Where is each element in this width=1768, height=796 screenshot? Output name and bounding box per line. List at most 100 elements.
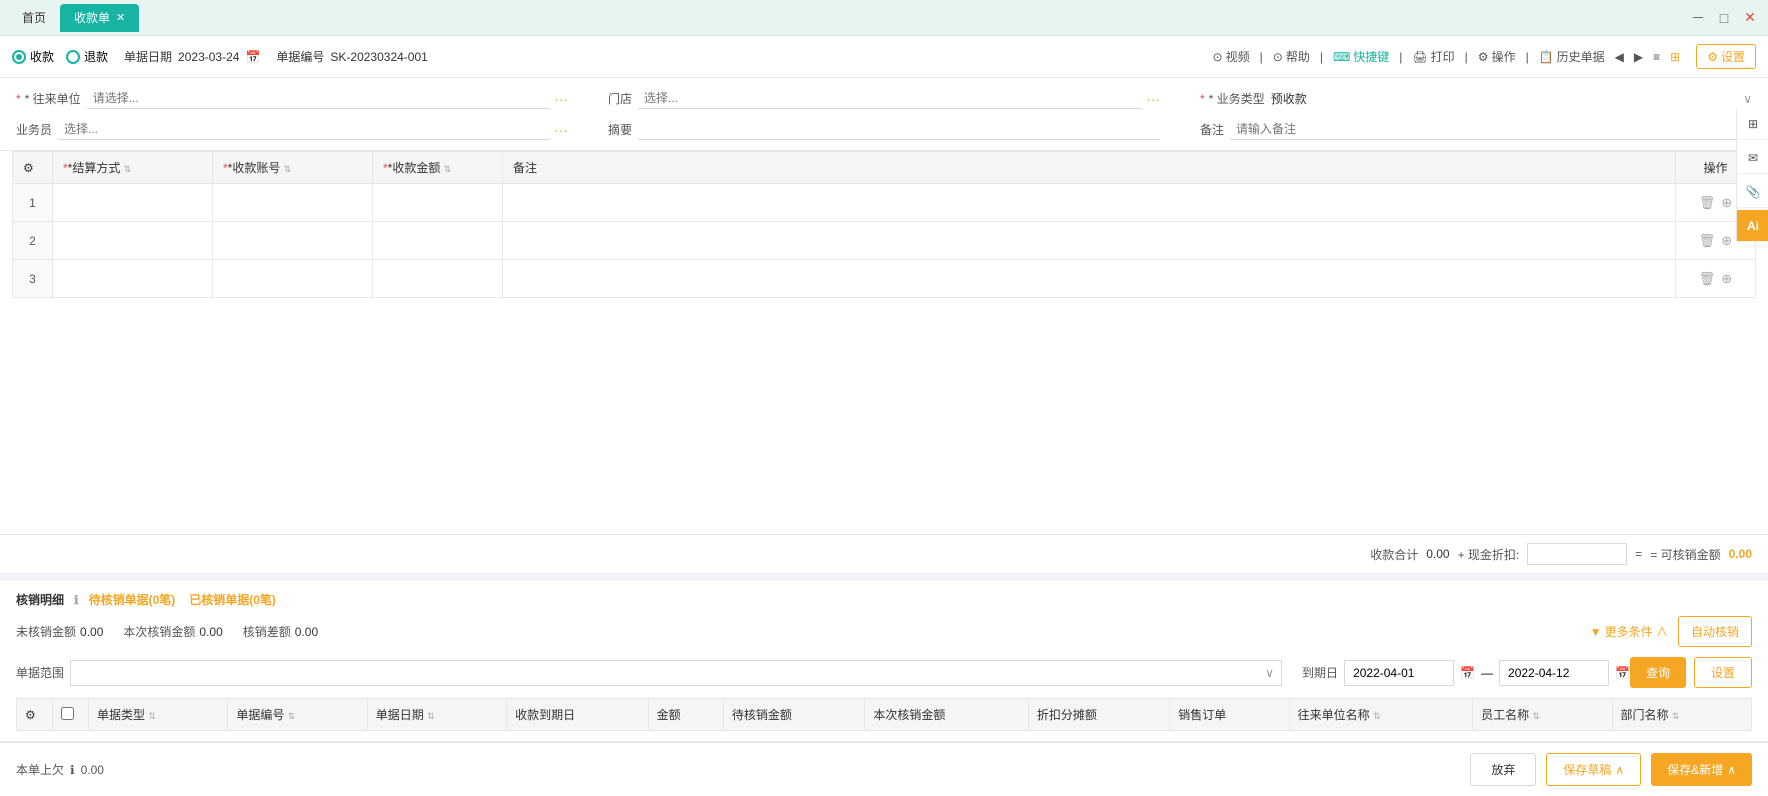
recon-info-icon[interactable]: ℹ bbox=[74, 593, 79, 607]
shortcut-button[interactable]: ⌨ 快捷键 bbox=[1333, 48, 1389, 65]
range-select[interactable] bbox=[70, 660, 1282, 686]
sort-account-icon[interactable]: ⇅ bbox=[284, 164, 292, 174]
info-icon[interactable]: ℹ bbox=[70, 763, 75, 777]
row-3-settlement[interactable] bbox=[53, 260, 213, 298]
row-1-delete-icon[interactable]: 🗑 bbox=[1699, 195, 1716, 211]
salesperson-input[interactable] bbox=[58, 119, 550, 140]
date-to-calendar-icon[interactable]: 📅 bbox=[1615, 666, 1630, 680]
memo-label: 摘要 bbox=[608, 121, 632, 138]
date-from-calendar-icon[interactable]: 📅 bbox=[1460, 666, 1475, 680]
partner-more-icon[interactable]: ··· bbox=[554, 91, 568, 107]
biz-type-chevron-icon[interactable]: ∨ bbox=[1743, 92, 1752, 106]
panel-table-icon[interactable]: ⊞ bbox=[1737, 108, 1768, 140]
stat-diff-value: 0.00 bbox=[295, 625, 318, 639]
store-input[interactable] bbox=[638, 88, 1142, 109]
sort-dept-icon[interactable]: ⇅ bbox=[1672, 711, 1680, 721]
recon-col-pending: 待核销金额 bbox=[723, 699, 864, 731]
reconciliation-section: 核销明细 ℹ 待核销单据(0笔) 已核销单据(0笔) 未核销金额 0.00 本次… bbox=[0, 581, 1768, 742]
nav-next-icon[interactable]: ▶ bbox=[1634, 50, 1643, 64]
close-button[interactable]: ✕ bbox=[1740, 8, 1760, 28]
receipt-table-container: ⚙ **结算方式 ⇅ **收款账号 ⇅ **收款金额 ⇅ 备注 bbox=[0, 151, 1768, 534]
sort-number-icon[interactable]: ⇅ bbox=[288, 711, 296, 721]
sort-type-icon[interactable]: ⇅ bbox=[148, 711, 156, 721]
save-draft-button[interactable]: 保存草稿 ∧ bbox=[1546, 753, 1641, 786]
salesperson-more-icon[interactable]: ··· bbox=[554, 122, 568, 138]
discount-input[interactable] bbox=[1527, 543, 1627, 565]
discard-button[interactable]: 放弃 bbox=[1470, 753, 1536, 786]
row-1-settlement[interactable] bbox=[53, 184, 213, 222]
row-3-amount[interactable] bbox=[373, 260, 503, 298]
recon-col-discount: 折扣分摊额 bbox=[1028, 699, 1169, 731]
main-container: 收款 退款 单据日期 2023-03-24 📅 单据编号 SK-20230324… bbox=[0, 36, 1768, 796]
sort-employee-icon[interactable]: ⇅ bbox=[1532, 711, 1540, 721]
maximize-button[interactable]: □ bbox=[1714, 8, 1734, 28]
row-1-note[interactable] bbox=[503, 184, 1676, 222]
sort-partner-icon[interactable]: ⇅ bbox=[1373, 711, 1381, 721]
tab-close-icon[interactable]: ✕ bbox=[116, 11, 125, 24]
save-new-button[interactable]: 保存&新增 ∧ bbox=[1651, 753, 1752, 786]
biz-type-label: * 业务类型 bbox=[1209, 90, 1265, 107]
table-row: 2 🗑 ⊕ bbox=[13, 222, 1756, 260]
recon-filter-controls: 单据范围 ∨ 到期日 📅 — 📅 查询 设置 bbox=[16, 657, 1752, 688]
auto-reconcile-button[interactable]: 自动核销 bbox=[1678, 616, 1752, 647]
row-1-amount[interactable] bbox=[373, 184, 503, 222]
row-3-copy-icon[interactable]: ⊕ bbox=[1721, 271, 1732, 287]
history-button[interactable]: 📋 历史单据 bbox=[1539, 48, 1605, 65]
note-field: 备注 bbox=[1200, 119, 1752, 140]
settings-button[interactable]: ⚙ 设置 bbox=[1696, 44, 1756, 69]
receipt-radio[interactable]: 收款 bbox=[12, 48, 54, 65]
help-button[interactable]: ⊙ 帮助 bbox=[1273, 48, 1310, 65]
query-button[interactable]: 查询 bbox=[1630, 657, 1686, 688]
memo-input[interactable] bbox=[638, 119, 1160, 140]
partner-label: * 往来单位 bbox=[25, 90, 81, 107]
recon-settings-button[interactable]: 设置 bbox=[1694, 657, 1752, 688]
store-more-icon[interactable]: ··· bbox=[1146, 91, 1160, 107]
video-button[interactable]: ⊙ 视频 bbox=[1213, 48, 1250, 65]
recon-select-all-checkbox[interactable] bbox=[61, 707, 74, 720]
calendar-icon[interactable]: 📅 bbox=[245, 50, 260, 64]
tab-receipt[interactable]: 收款单 ✕ bbox=[60, 4, 139, 32]
col-settlement: **结算方式 ⇅ bbox=[53, 152, 213, 184]
panel-clip-icon[interactable]: 📎 bbox=[1737, 176, 1768, 208]
row-1-account[interactable] bbox=[213, 184, 373, 222]
sort-settlement-icon[interactable]: ⇅ bbox=[124, 164, 132, 174]
recon-table: ⚙ 单据类型 ⇅ 单据编号 ⇅ 单据日期 ⇅ bbox=[16, 698, 1752, 731]
row-2-account[interactable] bbox=[213, 222, 373, 260]
nav-prev-icon[interactable]: ◀ bbox=[1615, 50, 1624, 64]
more-conditions-button[interactable]: ▼ 更多条件 ∧ bbox=[1590, 623, 1668, 640]
panel-ai-icon[interactable]: Ai bbox=[1737, 210, 1768, 242]
row-3-note[interactable] bbox=[503, 260, 1676, 298]
row-2-note[interactable] bbox=[503, 222, 1676, 260]
row-2-amount[interactable] bbox=[373, 222, 503, 260]
row-3-delete-icon[interactable]: 🗑 bbox=[1699, 271, 1716, 287]
date-from-input[interactable] bbox=[1344, 660, 1454, 686]
row-2-delete-icon[interactable]: 🗑 bbox=[1699, 233, 1716, 249]
partner-input[interactable] bbox=[87, 88, 550, 109]
recon-col-gear[interactable]: ⚙ bbox=[17, 699, 53, 731]
nav-list-icon[interactable]: ≡ bbox=[1653, 50, 1660, 64]
refund-radio[interactable]: 退款 bbox=[66, 48, 108, 65]
row-2-settlement[interactable] bbox=[53, 222, 213, 260]
minimize-button[interactable]: － bbox=[1688, 8, 1708, 28]
range-label: 单据范围 bbox=[16, 664, 64, 681]
biz-type-value: 预收款 bbox=[1271, 90, 1740, 107]
row-2-copy-icon[interactable]: ⊕ bbox=[1721, 233, 1732, 249]
panel-mail-icon[interactable]: ✉ bbox=[1737, 142, 1768, 174]
row-3-account[interactable] bbox=[213, 260, 373, 298]
row-1-copy-icon[interactable]: ⊕ bbox=[1721, 195, 1732, 211]
tab-home[interactable]: 首页 bbox=[8, 4, 60, 32]
print-button[interactable]: 🖨 打印 bbox=[1412, 48, 1454, 65]
operation-button[interactable]: ⚙ 操作 bbox=[1478, 48, 1516, 65]
date-to-input[interactable] bbox=[1499, 660, 1609, 686]
nav-grid-icon[interactable]: ⊞ bbox=[1670, 50, 1680, 64]
col-gear[interactable]: ⚙ bbox=[13, 152, 53, 184]
tab-pending[interactable]: 待核销单据(0笔) bbox=[89, 591, 176, 608]
sort-amount-icon[interactable]: ⇅ bbox=[444, 164, 452, 174]
quota-label: 本单上欠 bbox=[16, 761, 64, 778]
table-gear-icon[interactable]: ⚙ bbox=[23, 161, 34, 175]
store-label: 门店 bbox=[608, 90, 632, 107]
table-row: 1 🗑 ⊕ bbox=[13, 184, 1756, 222]
sort-date-icon[interactable]: ⇅ bbox=[427, 711, 435, 721]
tab-done[interactable]: 已核销单据(0笔) bbox=[189, 591, 276, 608]
note-input[interactable] bbox=[1230, 119, 1752, 140]
